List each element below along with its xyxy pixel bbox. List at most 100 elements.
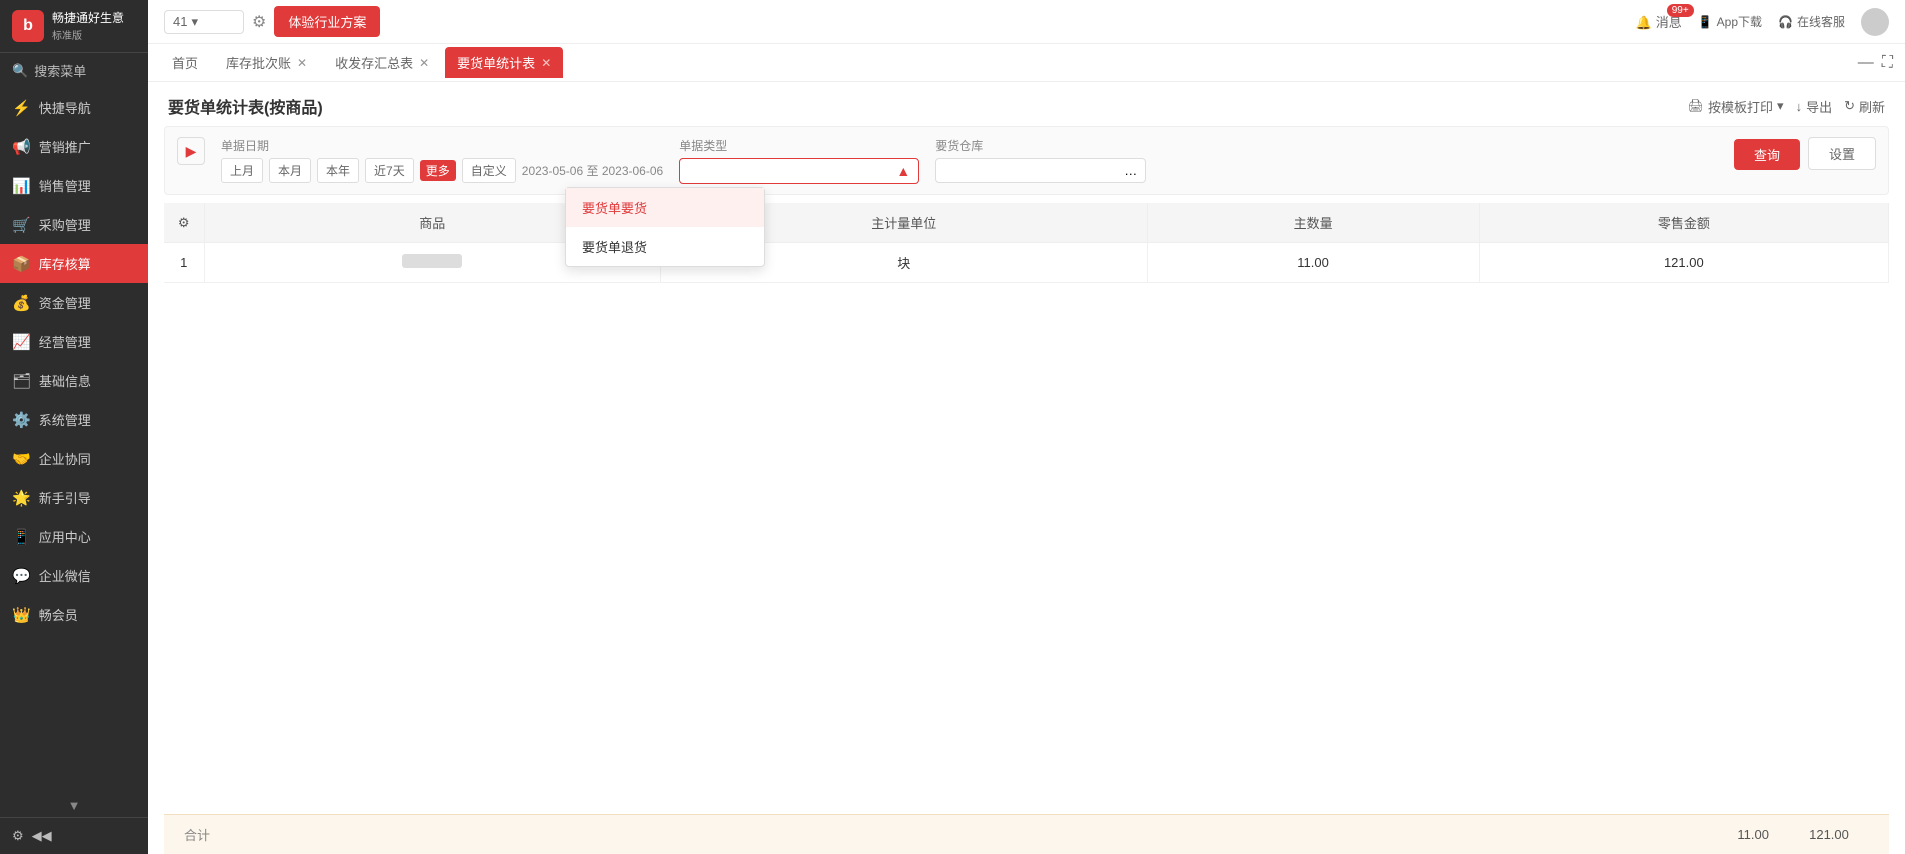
dropdown-item-order-goods[interactable]: 要货单要货 bbox=[566, 188, 764, 227]
date-btn-7days[interactable]: 近7天 bbox=[365, 158, 414, 183]
sidebar-item-app-center[interactable]: 📱 应用中心 bbox=[0, 517, 148, 556]
sidebar-item-label: 基础信息 bbox=[39, 371, 91, 390]
sidebar-item-base-info[interactable]: 🗂 基础信息 bbox=[0, 361, 148, 400]
sidebar-item-system[interactable]: ⚙️ 系统管理 bbox=[0, 400, 148, 439]
date-btn-custom[interactable]: 自定义 bbox=[462, 158, 516, 183]
th-settings[interactable]: ⚙ bbox=[164, 203, 204, 243]
topbar-left: 41 ▾ ⚙ 体验行业方案 bbox=[164, 6, 1624, 37]
warehouse-input[interactable] bbox=[944, 163, 1120, 178]
sidebar-search[interactable]: 🔍 搜索菜单 bbox=[0, 53, 148, 88]
order-type-input[interactable] bbox=[688, 164, 892, 179]
filter-order-type-select[interactable]: ▲ bbox=[679, 158, 919, 184]
tabs-actions: — ⛶ bbox=[1858, 54, 1893, 72]
notification-btn[interactable]: 🔔 99+ 消息 bbox=[1636, 12, 1682, 31]
sidebar-item-enterprise[interactable]: 🤝 企业协同 bbox=[0, 439, 148, 478]
filter-date-label: 单据日期 bbox=[221, 137, 663, 154]
branch-selector[interactable]: 41 ▾ bbox=[164, 10, 244, 34]
table-footer: 合计 11.00 121.00 bbox=[164, 814, 1889, 854]
notification-label: 消息 bbox=[1656, 15, 1682, 30]
sidebar-item-quick-nav[interactable]: ⚡ 快捷导航 bbox=[0, 88, 148, 127]
sidebar-item-sales[interactable]: 📊 销售管理 bbox=[0, 166, 148, 205]
sidebar-search-label: 搜索菜单 bbox=[34, 61, 86, 80]
data-table: ⚙ 商品 主计量单位 主数量 零售金额 1 块 11.00 bbox=[164, 203, 1889, 283]
filter-warehouse-select[interactable]: … bbox=[935, 158, 1146, 183]
tab-inventory-batch-label: 库存批次账 bbox=[226, 53, 291, 72]
marketing-icon: 📢 bbox=[12, 138, 31, 156]
sidebar-item-inventory[interactable]: 📦 库存核算 bbox=[0, 244, 148, 283]
sidebar-settings[interactable]: ⚙ ◀◀ bbox=[0, 817, 148, 854]
sidebar-item-finance[interactable]: 💰 资金管理 bbox=[0, 283, 148, 322]
logo-text-group: 畅捷通好生意 标准版 bbox=[52, 10, 124, 42]
date-range-display: 2023-05-06 至 2023-06-06 bbox=[522, 162, 663, 179]
cell-quantity: 11.00 bbox=[1147, 243, 1479, 283]
filter-actions: 查询 设置 bbox=[1734, 137, 1876, 172]
sidebar-item-marketing[interactable]: 📢 营销推广 bbox=[0, 127, 148, 166]
tab-order-stats[interactable]: 要货单统计表 ✕ bbox=[445, 47, 563, 78]
search-icon: 🔍 bbox=[12, 63, 28, 79]
dropdown-item-order-return[interactable]: 要货单退货 bbox=[566, 227, 764, 266]
phone-icon: 📱 bbox=[1698, 15, 1713, 29]
topbar-gear-icon[interactable]: ⚙ bbox=[252, 12, 266, 32]
sidebar-item-vip[interactable]: 👑 畅会员 bbox=[0, 595, 148, 634]
refresh-btn[interactable]: ↻ 刷新 bbox=[1844, 97, 1885, 116]
logo-title: 畅捷通好生意 bbox=[52, 10, 124, 27]
tab-home[interactable]: 首页 bbox=[160, 47, 210, 78]
online-service-btn[interactable]: 🎧 在线客服 bbox=[1778, 13, 1845, 30]
th-amount: 零售金额 bbox=[1479, 203, 1888, 243]
headset-icon: 🎧 bbox=[1778, 15, 1793, 29]
finance-icon: 💰 bbox=[12, 294, 31, 312]
cell-amount: 121.00 bbox=[1479, 243, 1888, 283]
sidebar-item-label: 采购管理 bbox=[39, 215, 91, 234]
sidebar-item-purchase[interactable]: 🛒 采购管理 bbox=[0, 205, 148, 244]
vip-icon: 👑 bbox=[12, 606, 31, 624]
tab-home-label: 首页 bbox=[172, 53, 198, 72]
bell-icon: 🔔 bbox=[1636, 15, 1652, 30]
footer-quantity: 11.00 bbox=[1737, 827, 1769, 842]
more-options-icon: … bbox=[1124, 163, 1137, 178]
sidebar-item-wechat[interactable]: 💬 企业微信 bbox=[0, 556, 148, 595]
tab-inventory-batch-close[interactable]: ✕ bbox=[297, 56, 307, 70]
cell-no: 1 bbox=[164, 243, 204, 283]
tabs-minimize-btn[interactable]: — bbox=[1858, 54, 1874, 72]
tab-receivable-summary-label: 收发存汇总表 bbox=[335, 53, 413, 72]
page-actions: 🖨 按模板打印 ▾ ↓ 导出 ↻ 刷新 bbox=[1688, 97, 1886, 116]
tabs-expand-btn[interactable]: ⛶ bbox=[1882, 54, 1893, 72]
date-btn-last-month[interactable]: 上月 bbox=[221, 158, 263, 183]
date-btn-this-month[interactable]: 本月 bbox=[269, 158, 311, 183]
sidebar-nav: ⚡ 快捷导航 📢 营销推广 📊 销售管理 🛒 采购管理 📦 库存核算 💰 资金管… bbox=[0, 88, 148, 794]
sidebar-item-label: 系统管理 bbox=[39, 410, 91, 429]
logo-sub: 标准版 bbox=[52, 27, 124, 42]
page-title: 要货单统计表(按商品) bbox=[168, 94, 323, 118]
page-header: 要货单统计表(按商品) 🖨 按模板打印 ▾ ↓ 导出 ↻ 刷新 bbox=[148, 82, 1905, 126]
print-btn[interactable]: 🖨 按模板打印 ▾ bbox=[1688, 97, 1784, 116]
sidebar-item-guide[interactable]: 🌟 新手引导 bbox=[0, 478, 148, 517]
export-btn[interactable]: ↓ 导出 bbox=[1796, 97, 1833, 116]
trial-btn[interactable]: 体验行业方案 bbox=[274, 6, 380, 37]
sidebar: b 畅捷通好生意 标准版 🔍 搜索菜单 ⚡ 快捷导航 📢 营销推广 📊 销售管理… bbox=[0, 0, 148, 854]
app-center-icon: 📱 bbox=[12, 528, 31, 546]
sidebar-item-operations[interactable]: 📈 经营管理 bbox=[0, 322, 148, 361]
tab-order-stats-label: 要货单统计表 bbox=[457, 53, 535, 72]
date-btn-more[interactable]: 更多 bbox=[420, 160, 456, 181]
tab-receivable-summary-close[interactable]: ✕ bbox=[419, 56, 429, 70]
tab-order-stats-close[interactable]: ✕ bbox=[541, 56, 551, 70]
footer-amount: 121.00 bbox=[1789, 827, 1869, 842]
query-btn[interactable]: 查询 bbox=[1734, 139, 1800, 170]
operations-icon: 📈 bbox=[12, 333, 31, 351]
tab-receivable-summary[interactable]: 收发存汇总表 ✕ bbox=[323, 47, 441, 78]
filter-bar: ▶ 单据日期 上月 本月 本年 近7天 更多 自定义 2023-05-06 至 … bbox=[164, 126, 1889, 195]
app-download-btn[interactable]: 📱 App下载 bbox=[1698, 13, 1762, 30]
sidebar-item-label: 企业协同 bbox=[39, 449, 91, 468]
order-type-dropdown: 要货单要货 要货单退货 bbox=[565, 187, 765, 267]
sidebar-scroll-down[interactable]: ▼ bbox=[0, 794, 148, 817]
date-btn-this-year[interactable]: 本年 bbox=[317, 158, 359, 183]
table-row: 1 块 11.00 121.00 bbox=[164, 243, 1889, 283]
settings-btn[interactable]: 设置 bbox=[1808, 137, 1876, 170]
tab-inventory-batch[interactable]: 库存批次账 ✕ bbox=[214, 47, 319, 78]
filter-expand-btn[interactable]: ▶ bbox=[177, 137, 205, 165]
filter-order-type-label: 单据类型 bbox=[679, 137, 919, 154]
notification-badge: 99+ bbox=[1667, 4, 1694, 17]
sidebar-collapse-btn[interactable]: ◀◀ bbox=[32, 828, 52, 844]
sidebar-item-label: 应用中心 bbox=[39, 527, 91, 546]
user-avatar[interactable] bbox=[1861, 8, 1889, 36]
